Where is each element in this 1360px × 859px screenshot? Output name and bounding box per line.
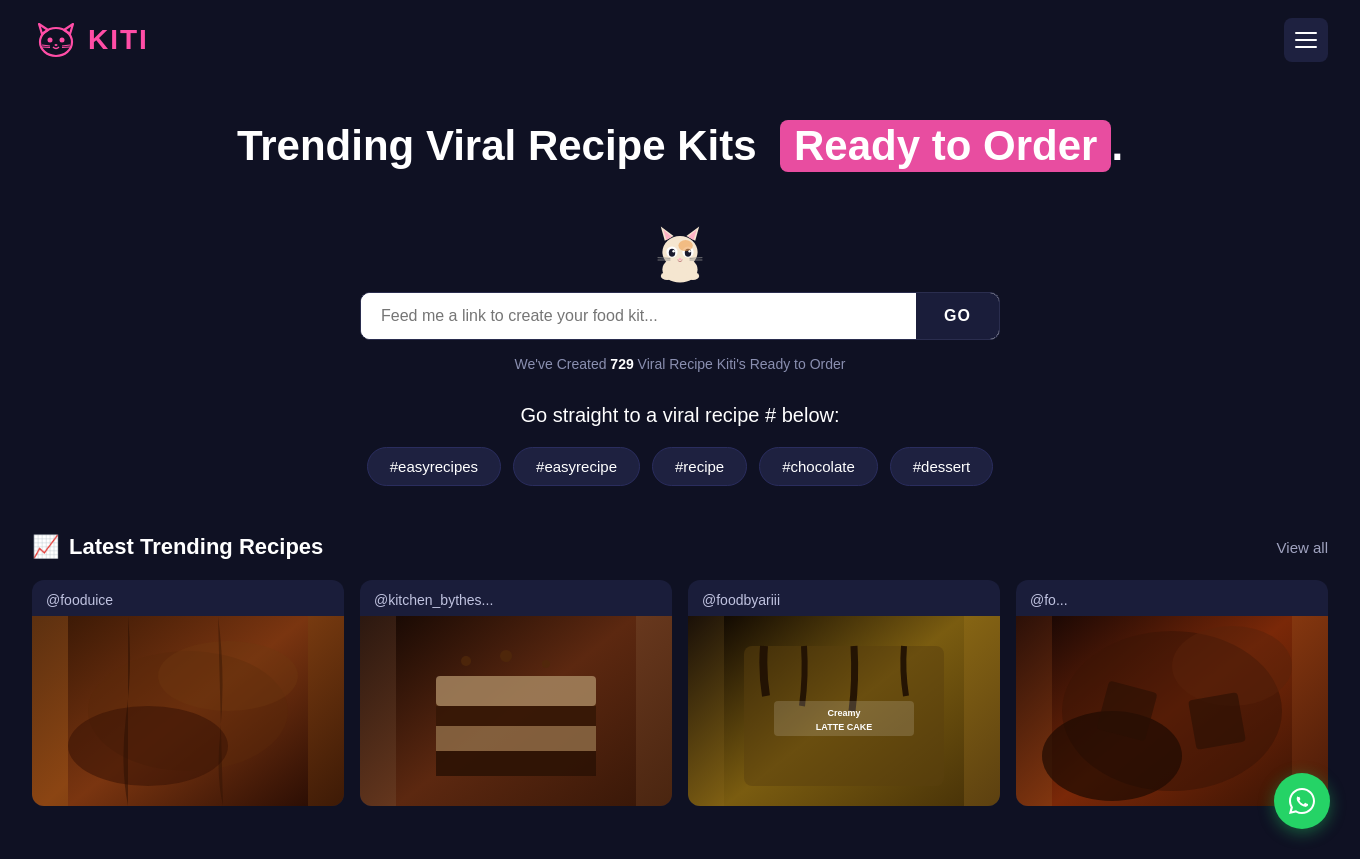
go-button[interactable]: GO <box>916 293 999 339</box>
logo-text: KITI <box>88 24 149 56</box>
tag-easyrecipes[interactable]: #easyrecipes <box>367 447 501 486</box>
svg-point-42 <box>542 660 550 668</box>
logo-cat-icon <box>32 16 80 64</box>
card-image-2 <box>360 616 672 806</box>
stats-count: 729 <box>610 356 633 372</box>
svg-line-6 <box>42 45 50 46</box>
svg-point-11 <box>661 272 674 280</box>
hero-title-dot: . <box>1111 122 1123 169</box>
svg-line-7 <box>42 47 50 48</box>
hero-title: Trending Viral Recipe Kits Ready to Orde… <box>20 120 1340 172</box>
card-username: @foodbyariii <box>688 580 1000 616</box>
card-image-4 <box>1016 616 1328 806</box>
hamburger-line-2 <box>1295 39 1317 41</box>
trending-header: 📈 Latest Trending Recipes View all <box>32 534 1328 560</box>
svg-point-3 <box>48 38 53 43</box>
menu-button[interactable] <box>1284 18 1328 62</box>
svg-point-22 <box>672 250 674 252</box>
svg-line-9 <box>62 47 70 48</box>
tag-recipe[interactable]: #recipe <box>652 447 747 486</box>
mascot-cat-icon <box>640 212 720 292</box>
stats-text: We've Created 729 Viral Recipe Kiti's Re… <box>0 356 1360 372</box>
card-image-3: Creamy LATTE CAKE <box>688 616 1000 806</box>
logo-area: KITI <box>32 16 149 64</box>
tags-container: #easyrecipes #easyrecipe #recipe #chocol… <box>20 447 1340 486</box>
recipe-card[interactable]: @fo... <box>1016 580 1328 806</box>
search-wrapper: GO <box>360 292 1000 340</box>
hamburger-line-3 <box>1295 46 1317 48</box>
svg-text:LATTE CAKE: LATTE CAKE <box>816 722 872 732</box>
viral-section: Go straight to a viral recipe # below: #… <box>0 404 1360 486</box>
cards-grid: @fooduice <box>32 580 1328 806</box>
svg-marker-1 <box>39 24 48 34</box>
hero-title-highlight: Ready to Order <box>780 120 1111 172</box>
card-username: @fooduice <box>32 580 344 616</box>
mascot-container <box>0 212 1360 292</box>
recipe-card[interactable]: @foodbyariii <box>688 580 1000 806</box>
card-username: @fo... <box>1016 580 1328 616</box>
svg-line-8 <box>62 45 70 46</box>
trending-title-group: 📈 Latest Trending Recipes <box>32 534 323 560</box>
card-username: @kitchen_bythes... <box>360 580 672 616</box>
whatsapp-fab[interactable] <box>1274 773 1330 829</box>
card-image-1 <box>32 616 344 806</box>
svg-point-33 <box>158 641 298 711</box>
svg-point-4 <box>60 38 65 43</box>
svg-rect-53 <box>1188 692 1246 750</box>
svg-rect-37 <box>436 706 596 726</box>
recipe-card[interactable]: @fooduice <box>32 580 344 806</box>
search-input[interactable] <box>361 293 916 339</box>
view-all-link[interactable]: View all <box>1277 539 1328 556</box>
hero-title-prefix: Trending Viral Recipe Kits <box>237 122 757 169</box>
trending-up-icon: 📈 <box>32 534 59 560</box>
hero-section: Trending Viral Recipe Kits Ready to Orde… <box>0 80 1360 192</box>
stats-prefix: We've Created <box>515 356 607 372</box>
svg-point-20 <box>669 249 675 257</box>
svg-point-25 <box>678 240 692 251</box>
svg-rect-36 <box>436 676 596 706</box>
header: KITI <box>0 0 1360 80</box>
svg-point-32 <box>68 706 228 786</box>
svg-point-41 <box>500 650 512 662</box>
hamburger-line-1 <box>1295 32 1317 34</box>
tag-dessert[interactable]: #dessert <box>890 447 994 486</box>
whatsapp-icon <box>1287 786 1317 816</box>
svg-marker-2 <box>64 24 73 34</box>
svg-point-40 <box>461 656 471 666</box>
tag-easyrecipe[interactable]: #easyrecipe <box>513 447 640 486</box>
svg-text:Creamy: Creamy <box>827 708 860 718</box>
svg-rect-38 <box>436 726 596 751</box>
svg-point-5 <box>55 44 58 46</box>
svg-point-12 <box>686 272 699 280</box>
recipe-card[interactable]: @kitchen_bythes... <box>360 580 672 806</box>
trending-section-title: Latest Trending Recipes <box>69 534 323 560</box>
search-section: GO <box>340 292 1020 340</box>
tag-chocolate[interactable]: #chocolate <box>759 447 878 486</box>
stats-suffix: Viral Recipe Kiti's Ready to Order <box>638 356 846 372</box>
trending-section: 📈 Latest Trending Recipes View all @food… <box>0 534 1360 806</box>
svg-rect-39 <box>436 751 596 776</box>
viral-section-title: Go straight to a viral recipe # below: <box>20 404 1340 427</box>
